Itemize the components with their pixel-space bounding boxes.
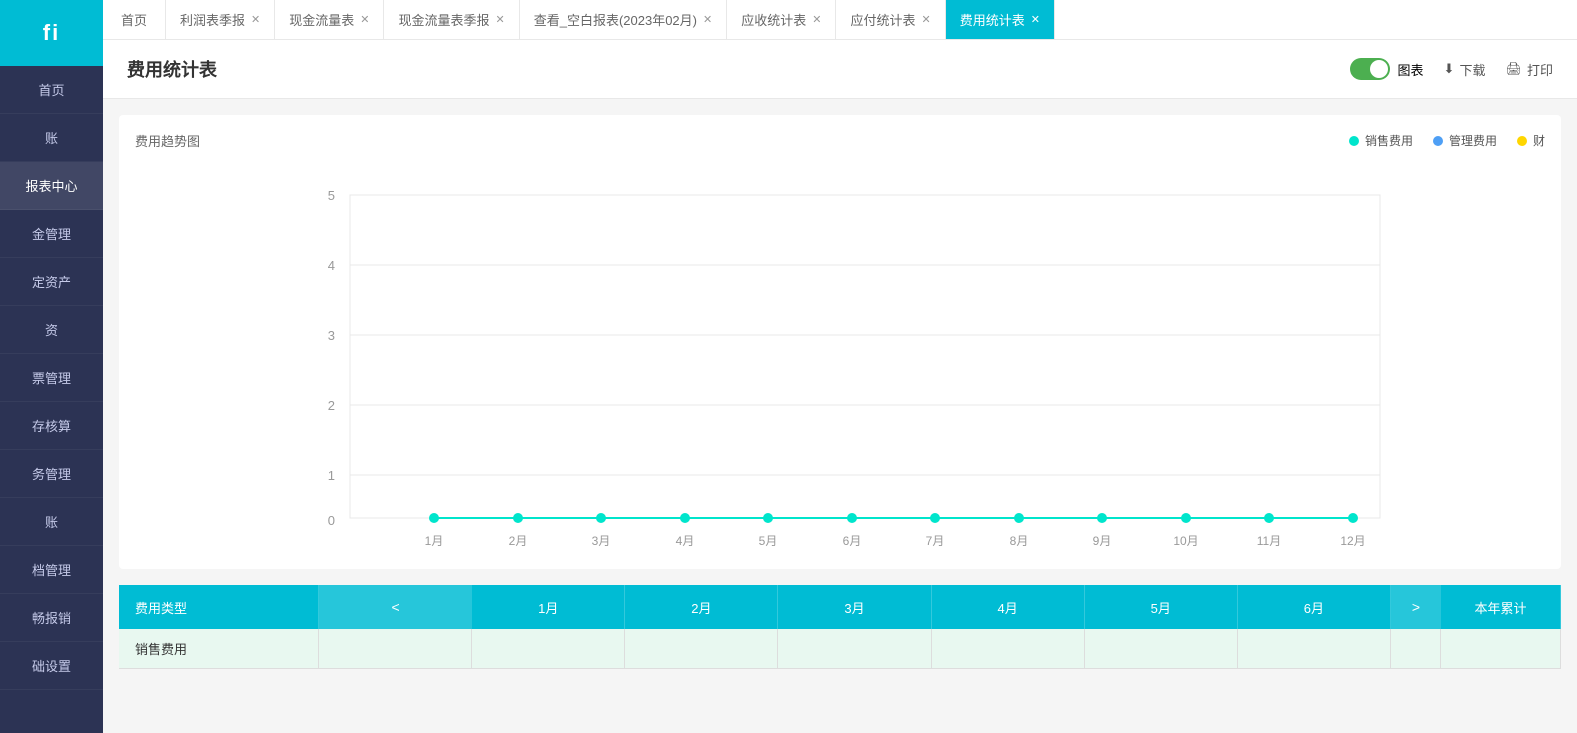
tabs-bar: 首页 利润表季报 ✕ 现金流量表 ✕ 现金流量表季报 ✕ 查看_空白报表(202… xyxy=(103,0,1577,40)
svg-text:2月: 2月 xyxy=(509,534,528,548)
svg-text:12月: 12月 xyxy=(1340,534,1365,548)
close-icon[interactable]: ✕ xyxy=(496,13,505,26)
print-button[interactable]: 🖨 打印 xyxy=(1505,60,1553,79)
td-may xyxy=(1085,629,1238,668)
legend-label-admin: 管理费用 xyxy=(1449,132,1497,149)
chart-svg-container: 5 4 3 2 1 0 xyxy=(135,160,1545,553)
table-header: 费用类型 < 1月 2月 3月 4月 5月 6月 > 本年累计 xyxy=(119,585,1561,629)
tab-cashflow[interactable]: 现金流量表 ✕ xyxy=(275,0,384,40)
header-actions: 图表 ⬇ 下载 🖨 打印 xyxy=(1350,58,1553,80)
sidebar-item-reports[interactable]: 报表中心 xyxy=(0,162,103,210)
sidebar-item-cash[interactable]: 金管理 xyxy=(0,210,103,258)
sidebar-item-capital[interactable]: 资 xyxy=(0,306,103,354)
svg-text:10月: 10月 xyxy=(1173,534,1198,548)
sidebar-item-archive[interactable]: 档管理 xyxy=(0,546,103,594)
close-icon[interactable]: ✕ xyxy=(703,13,712,26)
chart-svg: 5 4 3 2 1 0 xyxy=(135,160,1545,550)
tab-profit[interactable]: 利润表季报 ✕ xyxy=(166,0,275,40)
td-type: 销售费用 xyxy=(119,629,319,668)
tab-receivable[interactable]: 应收统计表 ✕ xyxy=(727,0,836,40)
table-nav-prev[interactable]: < xyxy=(319,585,472,629)
th-ytd: 本年累计 xyxy=(1441,585,1561,629)
sidebar-item-assets[interactable]: 定资产 xyxy=(0,258,103,306)
svg-text:3: 3 xyxy=(328,328,335,343)
svg-text:6月: 6月 xyxy=(843,534,862,548)
sidebar-item-account[interactable]: 账 xyxy=(0,114,103,162)
chart-toggle-wrap: 图表 xyxy=(1350,58,1424,80)
legend-dot-admin xyxy=(1433,136,1443,146)
td-empty-nav xyxy=(319,629,472,668)
svg-text:1月: 1月 xyxy=(425,534,444,548)
th-feb: 2月 xyxy=(625,585,778,629)
sidebar-item-expense[interactable]: 畅报销 xyxy=(0,594,103,642)
legend-dot-finance xyxy=(1517,136,1527,146)
th-jan: 1月 xyxy=(472,585,625,629)
close-icon[interactable]: ✕ xyxy=(921,13,930,26)
page-content: 费用统计表 图表 ⬇ 下载 🖨 打印 费用趋势图 xyxy=(103,40,1577,733)
chart-toggle[interactable] xyxy=(1350,58,1390,80)
th-type: 费用类型 xyxy=(119,585,319,629)
tab-blank-report[interactable]: 查看_空白报表(2023年02月) ✕ xyxy=(520,0,728,40)
legend-label-sales: 销售费用 xyxy=(1365,132,1413,149)
chart-legend: 销售费用 管理费用 财 xyxy=(1349,132,1545,149)
table-nav-next[interactable]: > xyxy=(1391,585,1441,629)
svg-text:4: 4 xyxy=(328,258,335,273)
sidebar-item-inventory[interactable]: 存核算 xyxy=(0,402,103,450)
close-icon[interactable]: ✕ xyxy=(1031,13,1040,26)
th-apr: 4月 xyxy=(932,585,1085,629)
svg-text:1: 1 xyxy=(328,468,335,483)
chart-title: 费用趋势图 xyxy=(135,131,200,150)
sidebar-item-settings[interactable]: 础设置 xyxy=(0,642,103,690)
td-apr xyxy=(932,629,1085,668)
tab-cashflow-quarterly[interactable]: 现金流量表季报 ✕ xyxy=(384,0,519,40)
svg-text:0: 0 xyxy=(328,513,335,528)
legend-admin: 管理费用 xyxy=(1433,132,1497,149)
download-button[interactable]: ⬇ 下载 xyxy=(1444,60,1486,79)
close-icon[interactable]: ✕ xyxy=(812,13,821,26)
download-icon: ⬇ xyxy=(1444,61,1455,77)
table-area: 费用类型 < 1月 2月 3月 4月 5月 6月 > 本年累计 销售费用 xyxy=(119,585,1561,669)
chart-area: 费用趋势图 销售费用 管理费用 财 xyxy=(119,115,1561,569)
page-title: 费用统计表 xyxy=(127,56,217,82)
th-may: 5月 xyxy=(1085,585,1238,629)
svg-text:2: 2 xyxy=(328,398,335,413)
svg-text:11月: 11月 xyxy=(1257,534,1281,548)
legend-label-finance: 财 xyxy=(1533,132,1545,149)
sidebar-item-ledger[interactable]: 账 xyxy=(0,498,103,546)
legend-dot-sales xyxy=(1349,136,1359,146)
close-icon[interactable]: ✕ xyxy=(360,13,369,26)
svg-text:7月: 7月 xyxy=(926,534,945,548)
legend-sales: 销售费用 xyxy=(1349,132,1413,149)
tab-home[interactable]: 首页 xyxy=(103,0,166,40)
svg-text:8月: 8月 xyxy=(1010,534,1029,548)
print-icon: 🖨 xyxy=(1505,61,1522,77)
page-header: 费用统计表 图表 ⬇ 下载 🖨 打印 xyxy=(103,40,1577,99)
svg-text:9月: 9月 xyxy=(1093,534,1112,548)
toggle-label: 图表 xyxy=(1398,60,1424,79)
svg-text:5: 5 xyxy=(328,188,335,203)
td-jun xyxy=(1238,629,1391,668)
table-row: 销售费用 xyxy=(119,629,1561,669)
td-feb xyxy=(625,629,778,668)
td-mar xyxy=(778,629,931,668)
th-mar: 3月 xyxy=(778,585,931,629)
td-empty-nav2 xyxy=(1391,629,1441,668)
sidebar-item-home[interactable]: 首页 xyxy=(0,66,103,114)
legend-finance: 财 xyxy=(1517,132,1545,149)
sidebar: fi 首页 账 报表中心 金管理 定资产 资 票管理 存核算 务管理 账 档管理… xyxy=(0,0,103,733)
td-jan xyxy=(472,629,625,668)
sidebar-logo: fi xyxy=(0,0,103,66)
close-icon[interactable]: ✕ xyxy=(251,13,260,26)
td-ytd xyxy=(1441,629,1561,668)
tab-payable[interactable]: 应付统计表 ✕ xyxy=(836,0,945,40)
main-content: 首页 利润表季报 ✕ 现金流量表 ✕ 现金流量表季报 ✕ 查看_空白报表(202… xyxy=(103,0,1577,733)
sidebar-item-service[interactable]: 务管理 xyxy=(0,450,103,498)
th-jun: 6月 xyxy=(1238,585,1391,629)
svg-text:3月: 3月 xyxy=(592,534,611,548)
tab-expense-stats[interactable]: 费用统计表 ✕ xyxy=(946,0,1055,40)
chart-header: 费用趋势图 销售费用 管理费用 财 xyxy=(135,131,1545,150)
svg-text:4月: 4月 xyxy=(676,534,695,548)
sidebar-item-invoice[interactable]: 票管理 xyxy=(0,354,103,402)
svg-text:5月: 5月 xyxy=(759,534,778,548)
